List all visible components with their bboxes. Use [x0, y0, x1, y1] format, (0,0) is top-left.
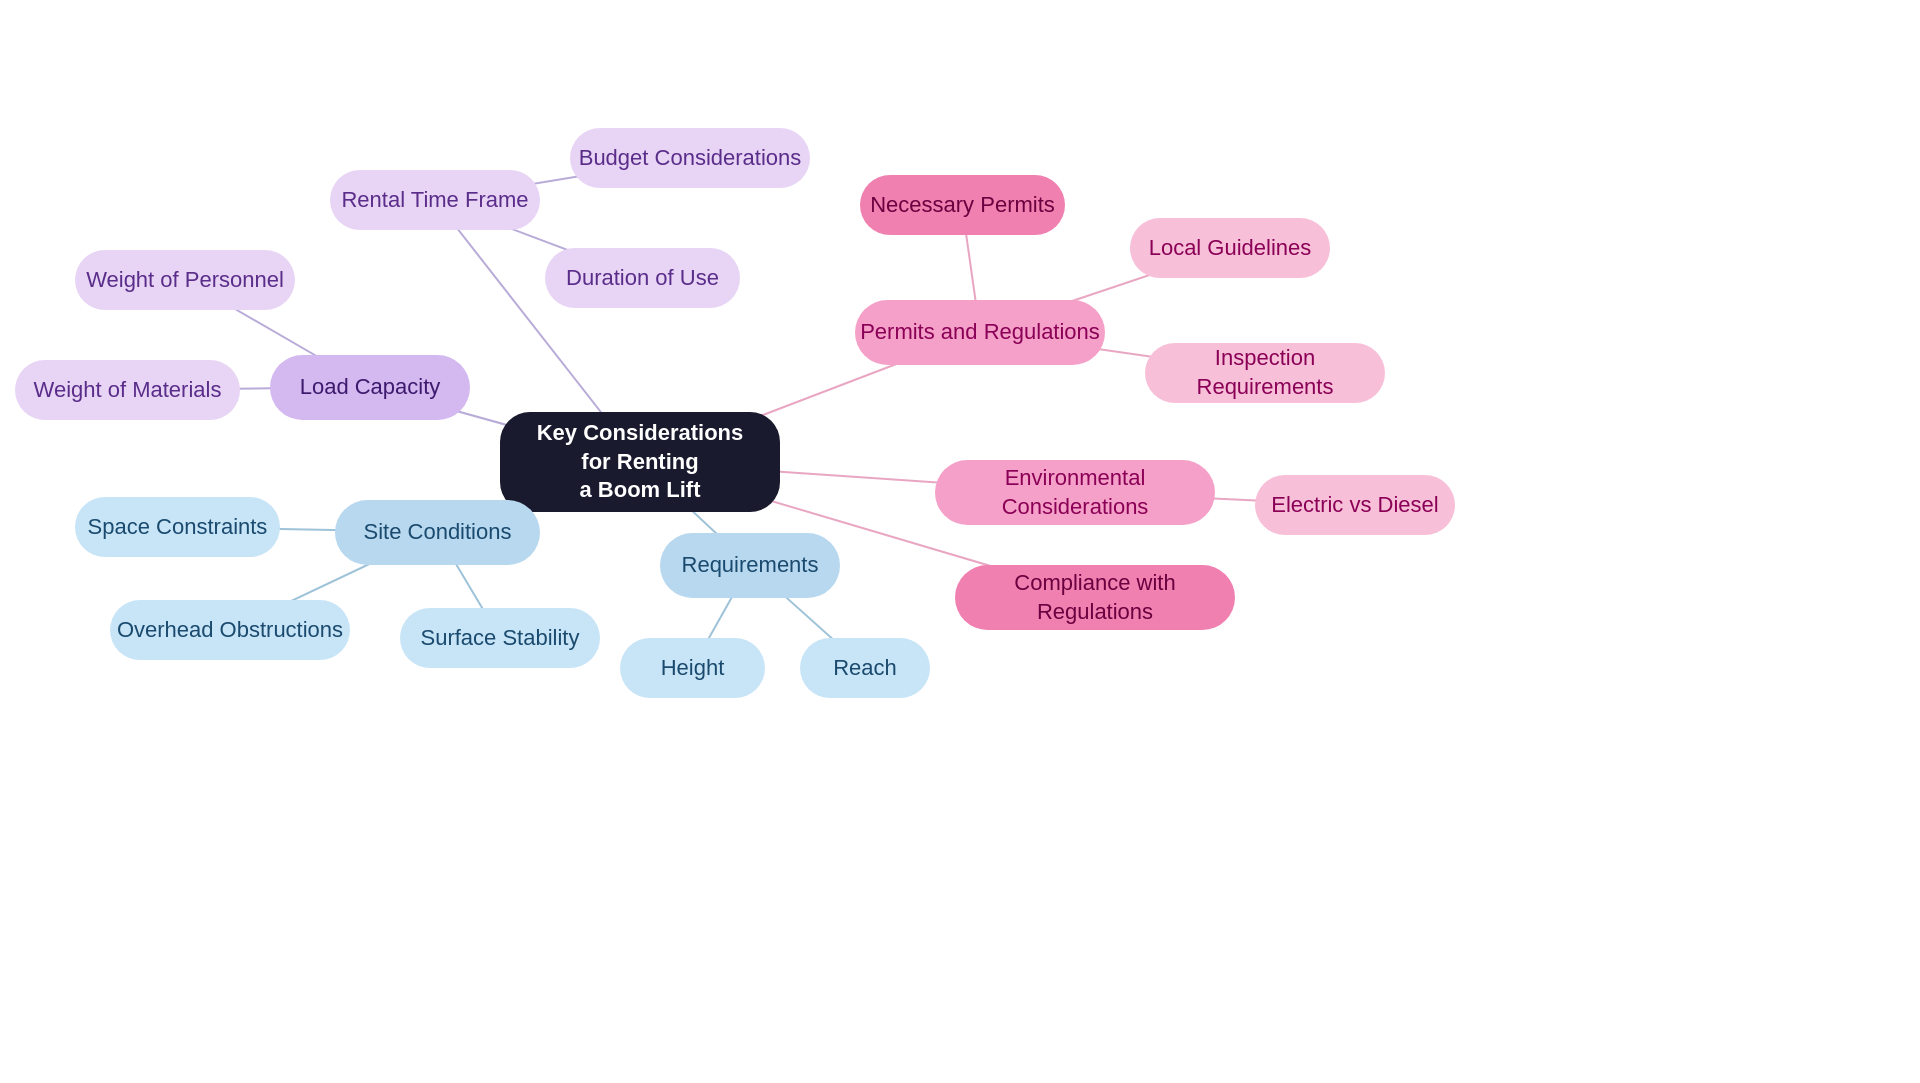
compliance-node: Compliance with Regulations	[955, 565, 1235, 630]
height-node: Height	[620, 638, 765, 698]
duration-node: Duration of Use	[545, 248, 740, 308]
inspection-requirements-node: Inspection Requirements	[1145, 343, 1385, 403]
necessary-permits-node: Necessary Permits	[860, 175, 1065, 235]
budget-node: Budget Considerations	[570, 128, 810, 188]
overhead-node: Overhead Obstructions	[110, 600, 350, 660]
site-conditions-node: Site Conditions	[335, 500, 540, 565]
load-capacity-node: Load Capacity	[270, 355, 470, 420]
surface-stability-node: Surface Stability	[400, 608, 600, 668]
electric-diesel-node: Electric vs Diesel	[1255, 475, 1455, 535]
environmental-node: Environmental Considerations	[935, 460, 1215, 525]
weight-materials-node: Weight of Materials	[15, 360, 240, 420]
requirements-node: Requirements	[660, 533, 840, 598]
local-guidelines-node: Local Guidelines	[1130, 218, 1330, 278]
space-constraints-node: Space Constraints	[75, 497, 280, 557]
reach-node: Reach	[800, 638, 930, 698]
weight-personnel-node: Weight of Personnel	[75, 250, 295, 310]
center-node: Key Considerations for Renting a Boom Li…	[500, 412, 780, 512]
connection-lines	[0, 0, 1920, 1083]
permits-regulations-node: Permits and Regulations	[855, 300, 1105, 365]
rental-timeframe-node: Rental Time Frame	[330, 170, 540, 230]
